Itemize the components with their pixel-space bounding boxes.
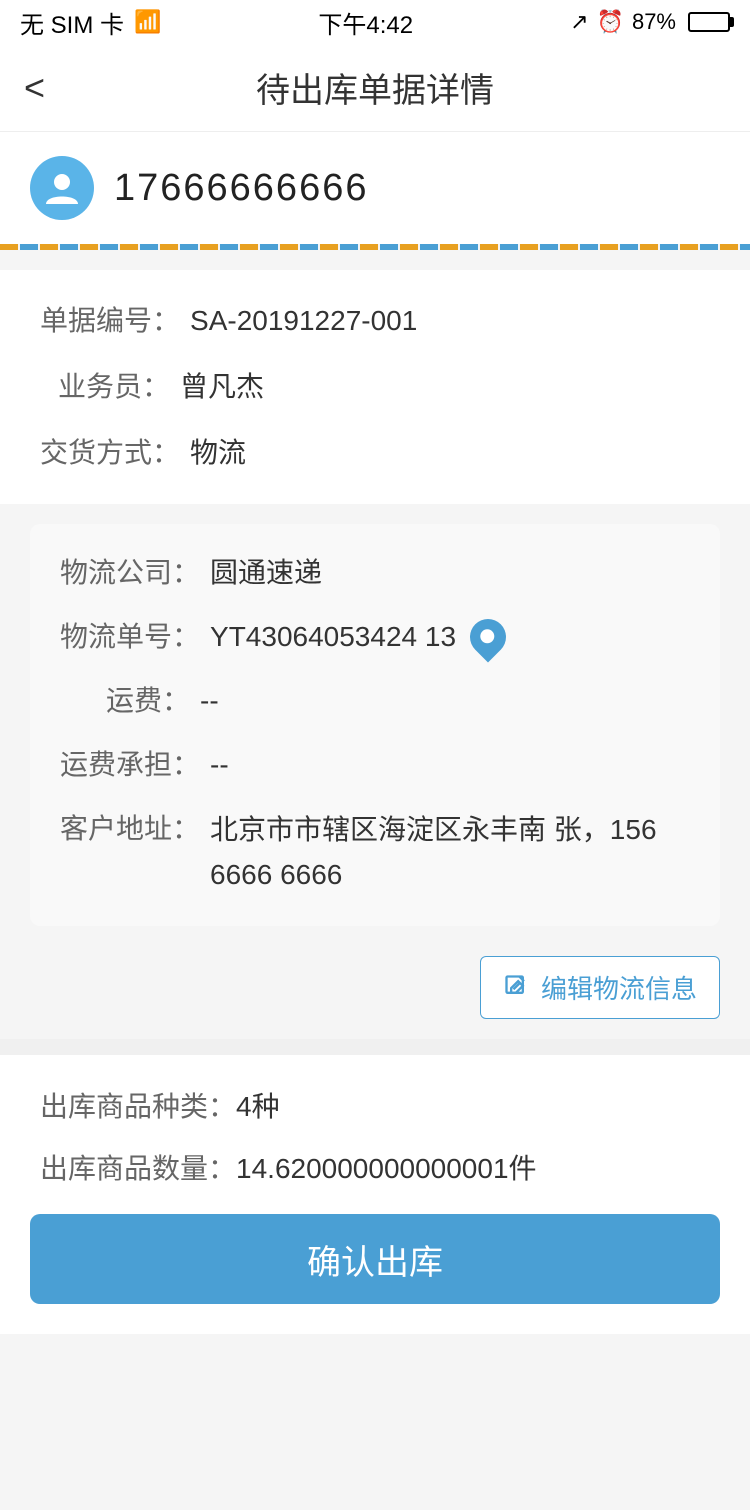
address-value: 北京市市辖区海淀区永丰南 张，156 6666 6666 — [210, 808, 690, 898]
document-no-label: 单据编号： — [40, 300, 180, 342]
tracking-number: YT43064053424 13 — [210, 616, 456, 658]
battery-icon — [688, 12, 730, 32]
freight-value: -- — [200, 680, 690, 722]
salesman-value: 曾凡杰 — [180, 366, 710, 408]
confirm-button-wrap: 确认出库 — [0, 1194, 750, 1334]
confirm-button-label: 确认出库 — [307, 1235, 443, 1284]
tracking-label: 物流单号： — [60, 616, 200, 658]
edit-logistics-wrap: 编辑物流信息 — [0, 946, 750, 1039]
address-label: 客户地址： — [60, 808, 200, 850]
map-location-icon[interactable] — [463, 612, 514, 663]
wifi-icon: 📶 — [134, 9, 161, 35]
page-title: 待出库单据详情 — [256, 63, 494, 112]
logistics-card: 物流公司： 圆通速递 物流单号： YT43064053424 13 运费： --… — [30, 524, 720, 926]
status-left: 无 SIM 卡 📶 — [20, 5, 161, 40]
battery-percentage: 87% — [632, 9, 676, 35]
delivery-method-label: 交货方式： — [40, 432, 180, 474]
goods-types-row: 出库商品种类： 4种 — [40, 1085, 710, 1125]
goods-quantity-row: 出库商品数量： 14.620000000000001件 — [40, 1147, 710, 1187]
location-status-icon: ↗ — [570, 9, 588, 35]
tracking-value: YT43064053424 13 — [210, 616, 690, 658]
section-divider — [0, 1039, 750, 1055]
document-no-value: SA-20191227-001 — [190, 300, 710, 342]
freight-row: 运费： -- — [60, 680, 690, 722]
document-no-row: 单据编号： SA-20191227-001 — [40, 300, 710, 342]
goods-types-value: 4种 — [236, 1085, 280, 1125]
back-button[interactable]: < — [24, 67, 45, 109]
salesman-row: 业务员： 曾凡杰 — [40, 366, 710, 408]
logistics-company-row: 物流公司： 圆通速递 — [60, 552, 690, 594]
delivery-method-row: 交货方式： 物流 — [40, 432, 710, 474]
avatar — [30, 156, 94, 220]
user-header: 17666666666 — [0, 132, 750, 244]
bottom-spacer — [0, 1310, 750, 1510]
logistics-company-value: 圆通速递 — [210, 552, 690, 594]
nav-bar: < 待出库单据详情 — [0, 44, 750, 132]
logistics-company-label: 物流公司： — [60, 552, 200, 594]
goods-section: 出库商品种类： 4种 出库商品数量： 14.620000000000001件 — [0, 1055, 750, 1217]
edit-logistics-label: 编辑物流信息 — [541, 969, 697, 1006]
time-label: 下午4:42 — [318, 5, 413, 40]
edit-icon — [503, 973, 531, 1001]
alarm-icon: ⏰ — [597, 9, 624, 35]
base-info-section: 单据编号： SA-20191227-001 业务员： 曾凡杰 交货方式： 物流 — [0, 270, 750, 504]
freight-bear-row: 运费承担： -- — [60, 744, 690, 786]
dashed-divider — [0, 244, 750, 250]
edit-logistics-button[interactable]: 编辑物流信息 — [480, 956, 720, 1019]
goods-quantity-value: 14.620000000000001件 — [236, 1147, 537, 1187]
tracking-row: 物流单号： YT43064053424 13 — [60, 616, 690, 658]
freight-bear-value: -- — [210, 744, 690, 786]
freight-bear-label: 运费承担： — [60, 744, 200, 786]
goods-quantity-label: 出库商品数量： — [40, 1147, 236, 1187]
status-right: ↗ ⏰ 87% — [570, 9, 730, 35]
status-bar: 无 SIM 卡 📶 下午4:42 ↗ ⏰ 87% — [0, 0, 750, 44]
freight-label: 运费： — [60, 680, 190, 722]
user-phone: 17666666666 — [114, 167, 368, 210]
goods-types-label: 出库商品种类： — [40, 1085, 236, 1125]
address-row: 客户地址： 北京市市辖区海淀区永丰南 张，156 6666 6666 — [60, 808, 690, 898]
salesman-label: 业务员： — [40, 366, 170, 408]
confirm-button[interactable]: 确认出库 — [30, 1214, 720, 1304]
carrier-label: 无 SIM 卡 — [20, 5, 124, 40]
delivery-method-value: 物流 — [190, 432, 710, 474]
